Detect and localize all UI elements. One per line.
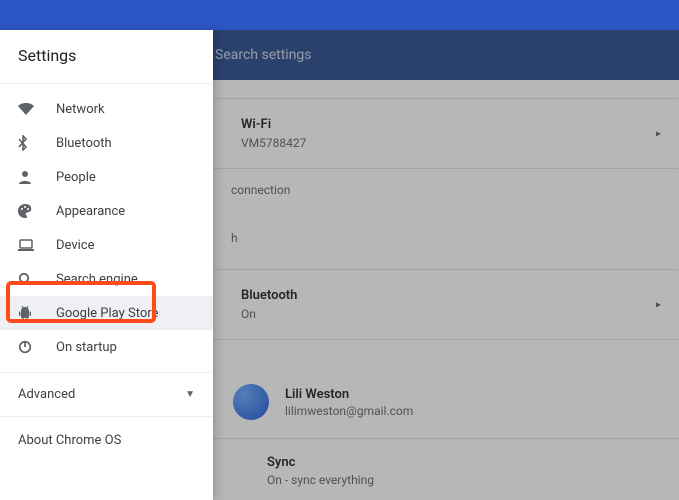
window-titlebar <box>0 0 679 30</box>
sidebar-item-bluetooth[interactable]: Bluetooth <box>0 126 213 160</box>
sync-status: On - sync everything <box>267 473 659 487</box>
wifi-icon <box>18 103 40 115</box>
sidebar-item-label: Search engine <box>56 272 138 287</box>
sidebar-item-search-engine[interactable]: Search engine <box>0 262 213 296</box>
bluetooth-icon <box>18 135 40 151</box>
bluetooth-section-hint: h <box>213 203 679 251</box>
search-placeholder: Search settings <box>215 47 312 63</box>
android-icon <box>18 306 40 321</box>
sync-title: Sync <box>267 455 659 470</box>
palette-icon <box>18 204 40 218</box>
chevron-right-icon: ▸ <box>656 128 661 139</box>
sidebar-item-device[interactable]: Device <box>0 228 213 262</box>
bluetooth-row[interactable]: Bluetooth On ▸ <box>213 269 679 340</box>
sidebar-item-label: Network <box>56 102 105 117</box>
sidebar-nav: Network Bluetooth People Appearance Devi <box>0 84 213 372</box>
laptop-icon <box>18 239 40 251</box>
about-label: About Chrome OS <box>18 433 121 448</box>
account-name: Lili Weston <box>285 387 413 402</box>
sidebar-item-google-play-store[interactable]: Google Play Store <box>0 296 213 330</box>
sidebar-item-appearance[interactable]: Appearance <box>0 194 213 228</box>
sidebar-about-chrome-os[interactable]: About Chrome OS <box>0 416 213 464</box>
sidebar-item-label: Appearance <box>56 204 125 219</box>
sidebar-item-label: People <box>56 170 96 185</box>
wifi-row[interactable]: Wi-Fi VM5788427 ▸ <box>213 98 679 169</box>
settings-content: Wi-Fi VM5788427 ▸ connection h Bluetooth… <box>213 80 679 500</box>
bluetooth-title: Bluetooth <box>241 288 659 303</box>
person-icon <box>18 170 40 184</box>
sync-row[interactable]: Sync On - sync everything <box>213 439 679 500</box>
sidebar-title: Settings <box>0 30 213 84</box>
add-connection-label: connection <box>213 169 679 203</box>
sidebar-item-on-startup[interactable]: On startup <box>0 330 213 364</box>
sidebar-item-label: On startup <box>56 340 117 355</box>
sidebar-item-label: Google Play Store <box>56 306 158 321</box>
avatar <box>233 384 269 420</box>
wifi-title: Wi-Fi <box>241 117 659 132</box>
bluetooth-status: On <box>241 307 659 321</box>
power-icon <box>18 340 40 354</box>
sidebar-item-network[interactable]: Network <box>0 92 213 126</box>
wifi-ssid: VM5788427 <box>241 136 659 150</box>
sidebar-item-people[interactable]: People <box>0 160 213 194</box>
chevron-down-icon: ▼ <box>185 389 195 400</box>
search-icon <box>18 272 40 286</box>
advanced-label: Advanced <box>18 387 75 402</box>
sidebar-item-label: Device <box>56 238 95 253</box>
sidebar-advanced[interactable]: Advanced ▼ <box>0 372 213 416</box>
chevron-right-icon: ▸ <box>656 299 661 310</box>
sidebar: Settings Network Bluetooth People Appear… <box>0 30 213 500</box>
account-row[interactable]: Lili Weston lilimweston@gmail.com <box>213 366 679 439</box>
account-email: lilimweston@gmail.com <box>285 404 413 418</box>
sidebar-item-label: Bluetooth <box>56 136 112 151</box>
